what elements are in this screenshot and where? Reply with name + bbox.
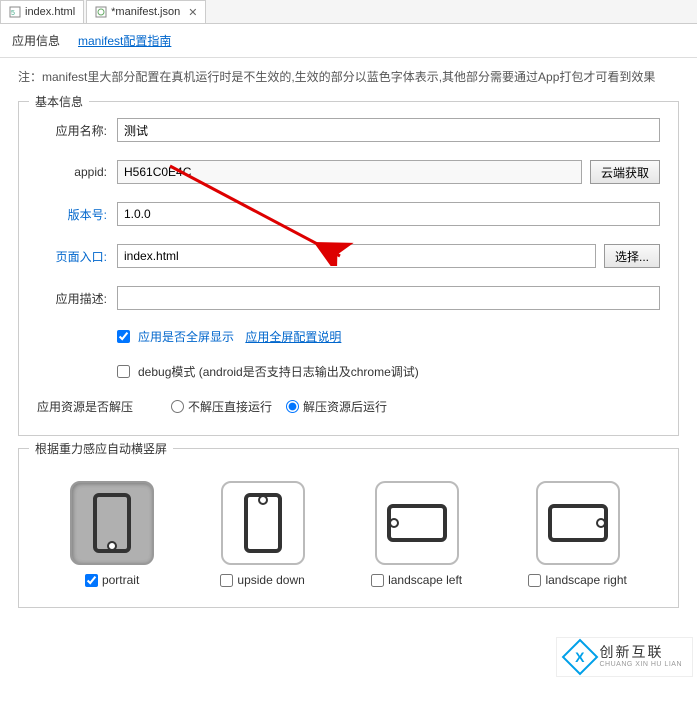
label-debug: debug模式 (android是否支持日志输出及chrome调试) — [138, 363, 419, 380]
radio-no-extract-input[interactable] — [171, 400, 184, 413]
info-note: 注：manifest里大部分配置在真机运行时是不生效的,生效的部分以蓝色字体表示… — [0, 58, 697, 97]
row-desc: 应用描述: — [37, 286, 660, 310]
label-appid: appid: — [37, 165, 107, 179]
basic-info-legend: 基本信息 — [29, 93, 89, 110]
cloud-fetch-button[interactable]: 云端获取 — [590, 160, 660, 184]
link-manifest-guide[interactable]: manifest配置指南 — [78, 32, 171, 49]
row-appid: appid: 云端获取 — [37, 160, 660, 184]
basic-info-fieldset: 基本信息 应用名称: appid: 云端获取 版本号: 页面入口: 选择... … — [18, 101, 679, 436]
row-entry: 页面入口: 选择... — [37, 244, 660, 268]
landscape-left-icon — [375, 481, 459, 565]
row-version: 版本号: — [37, 202, 660, 226]
row-fullscreen: 应用是否全屏显示 应用全屏配置说明 — [117, 328, 660, 345]
input-desc[interactable] — [117, 286, 660, 310]
orient-upside-down[interactable]: upside down — [220, 481, 304, 587]
svg-text:5: 5 — [11, 10, 15, 17]
watermark-logo-icon: X — [562, 639, 599, 676]
landscape-left-label: landscape left — [388, 573, 462, 587]
tab-app-info[interactable]: 应用信息 — [12, 32, 60, 49]
landscape-right-check[interactable]: landscape right — [528, 573, 626, 587]
close-icon[interactable]: ✕ — [188, 6, 197, 19]
watermark-cn: 创新互联 — [599, 645, 682, 660]
tab-manifest-json[interactable]: *manifest.json ✕ — [86, 0, 206, 23]
input-appid[interactable] — [117, 160, 582, 184]
orientation-legend: 根据重力感应自动横竖屏 — [29, 440, 173, 457]
row-resource: 应用资源是否解压 不解压直接运行 解压资源后运行 — [37, 398, 660, 415]
json-file-icon — [95, 6, 107, 18]
watermark-en: CHUANG XIN HU LIAN — [599, 661, 682, 669]
checkbox-debug[interactable] — [117, 365, 130, 378]
radio-no-extract[interactable]: 不解压直接运行 — [171, 398, 272, 415]
checkbox-upside-down[interactable] — [220, 574, 233, 587]
input-app-name[interactable] — [117, 118, 660, 142]
orientation-fieldset: 根据重力感应自动横竖屏 portrait upside down — [18, 448, 679, 608]
tab-index-label: index.html — [25, 6, 75, 18]
label-resource: 应用资源是否解压 — [37, 398, 157, 415]
orient-landscape-right[interactable]: landscape right — [528, 481, 626, 587]
file-tabs-bar: 5 index.html *manifest.json ✕ — [0, 0, 697, 24]
radio-no-extract-label: 不解压直接运行 — [188, 398, 272, 415]
watermark-text: 创新互联 CHUANG XIN HU LIAN — [599, 645, 682, 668]
portrait-icon — [70, 481, 154, 565]
portrait-label: portrait — [102, 573, 139, 587]
landscape-right-label: landscape right — [545, 573, 626, 587]
label-desc: 应用描述: — [37, 290, 107, 307]
select-button[interactable]: 选择... — [604, 244, 660, 268]
portrait-check[interactable]: portrait — [85, 573, 139, 587]
upside-down-label: upside down — [237, 573, 304, 587]
input-version[interactable] — [117, 202, 660, 226]
radio-extract[interactable]: 解压资源后运行 — [286, 398, 387, 415]
orientation-grid: portrait upside down landscape left — [37, 465, 660, 587]
radio-extract-input[interactable] — [286, 400, 299, 413]
link-fullscreen-doc[interactable]: 应用全屏配置说明 — [245, 328, 341, 345]
orient-landscape-left[interactable]: landscape left — [371, 481, 462, 587]
checkbox-fullscreen[interactable] — [117, 330, 130, 343]
upside-down-check[interactable]: upside down — [220, 573, 304, 587]
label-entry: 页面入口: — [37, 248, 107, 265]
html-file-icon: 5 — [9, 6, 21, 18]
row-debug: debug模式 (android是否支持日志输出及chrome调试) — [117, 363, 660, 380]
label-version: 版本号: — [37, 206, 107, 223]
label-app-name: 应用名称: — [37, 122, 107, 139]
upside-down-icon — [221, 481, 305, 565]
orient-portrait[interactable]: portrait — [70, 481, 154, 587]
checkbox-landscape-left[interactable] — [371, 574, 384, 587]
tab-manifest-label: *manifest.json — [111, 6, 180, 18]
checkbox-portrait[interactable] — [85, 574, 98, 587]
checkbox-landscape-right[interactable] — [528, 574, 541, 587]
input-entry[interactable] — [117, 244, 596, 268]
radio-extract-label: 解压资源后运行 — [303, 398, 387, 415]
watermark: X 创新互联 CHUANG XIN HU LIAN — [556, 637, 693, 677]
sub-tabs: 应用信息 manifest配置指南 — [0, 24, 697, 58]
label-fullscreen: 应用是否全屏显示 — [138, 328, 234, 345]
landscape-right-icon — [536, 481, 620, 565]
tab-index-html[interactable]: 5 index.html — [0, 0, 84, 23]
landscape-left-check[interactable]: landscape left — [371, 573, 462, 587]
row-app-name: 应用名称: — [37, 118, 660, 142]
